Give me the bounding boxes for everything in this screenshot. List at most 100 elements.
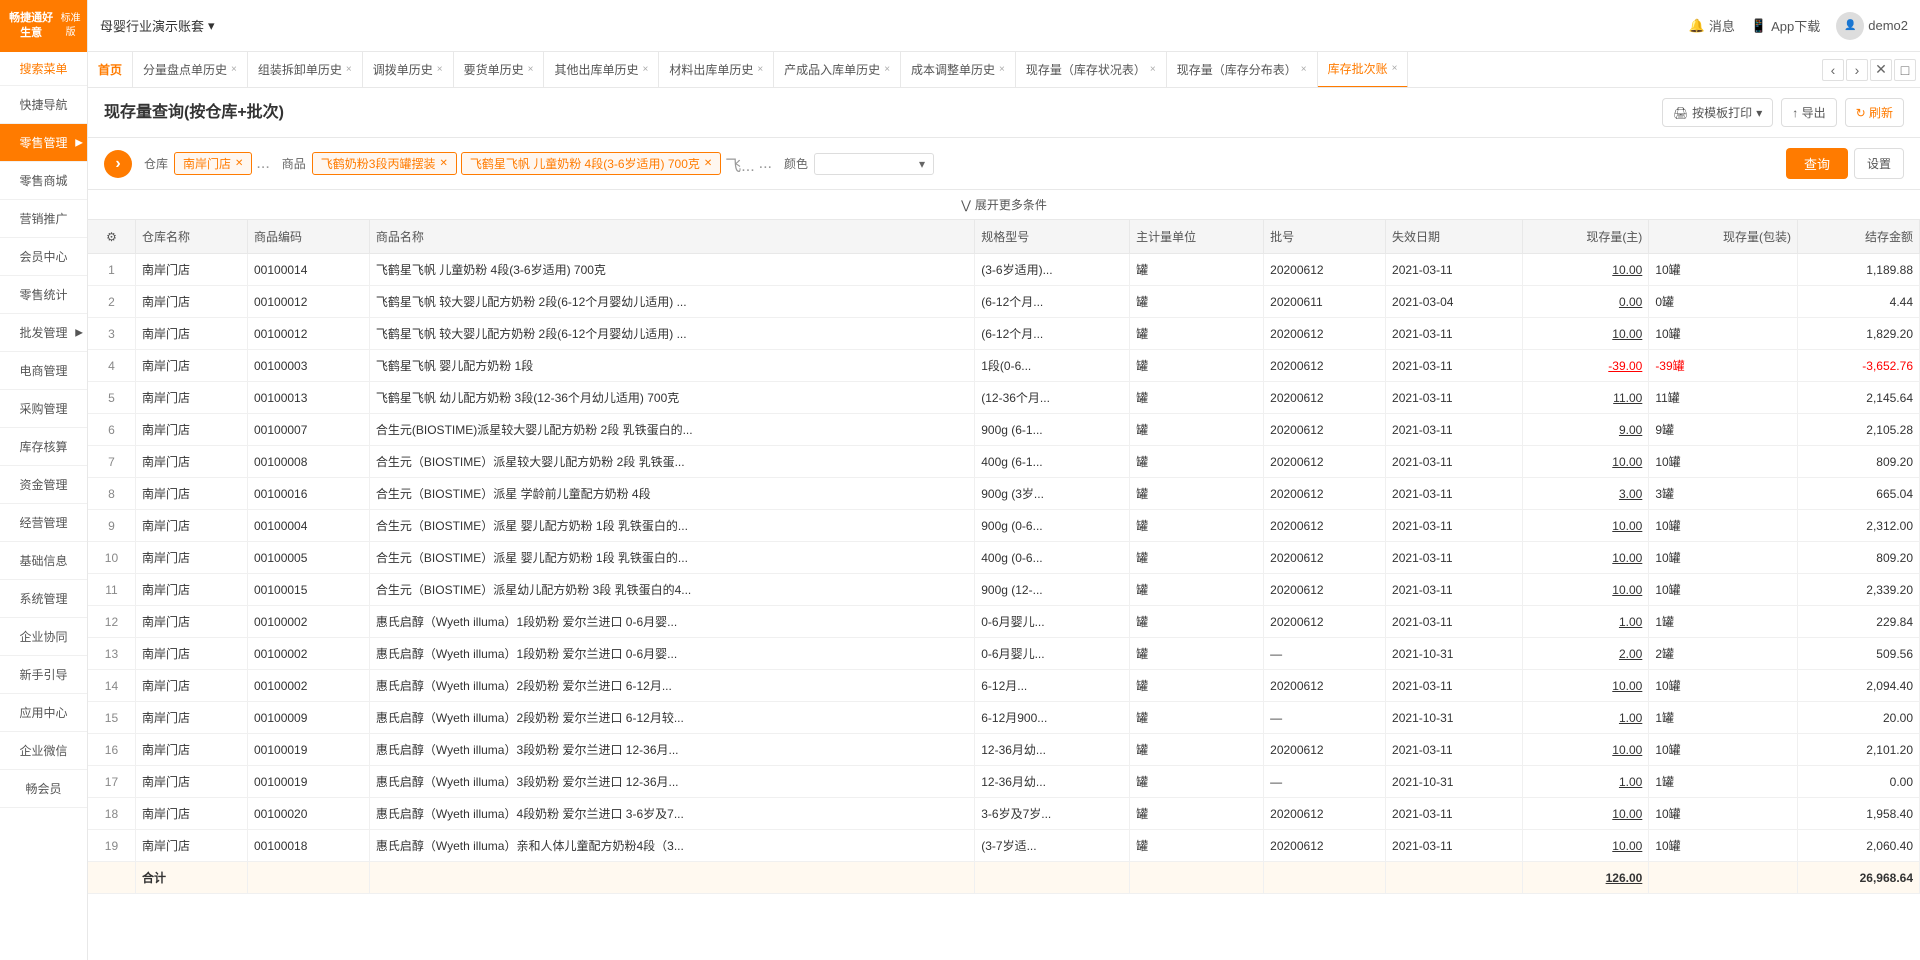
- goods-tag-2[interactable]: 飞鹤星飞帆 儿童奶粉 4段(3-6岁适用) 700克 ✕: [461, 152, 721, 175]
- tabs-expand-btn[interactable]: □: [1894, 59, 1916, 81]
- tab-close-9[interactable]: ×: [1150, 64, 1156, 75]
- cell-r0-c8[interactable]: 10.00: [1522, 254, 1649, 286]
- goods-tag-close-2[interactable]: ✕: [704, 158, 712, 169]
- color-dropdown[interactable]: ▾: [814, 153, 934, 175]
- sidebar-item-1[interactable]: 零售商城: [0, 162, 87, 200]
- cell-r15-c7: 2021-03-11: [1386, 734, 1523, 766]
- sidebar-item-2[interactable]: 营销推广: [0, 200, 87, 238]
- tab-close-4[interactable]: ×: [528, 64, 534, 75]
- cell-r10-c8[interactable]: 10.00: [1522, 574, 1649, 606]
- sidebar-item-7[interactable]: 采购管理: [0, 390, 87, 428]
- goods-tag-1[interactable]: 飞鹤奶粉3段丙罐摆装 ✕: [312, 152, 457, 175]
- app-download-btn[interactable]: 📱 App下载: [1751, 16, 1820, 35]
- sidebar-item-6[interactable]: 电商管理: [0, 352, 87, 390]
- cell-r14-c2: 00100009: [248, 702, 370, 734]
- sidebar-shortcut[interactable]: 快捷导航: [0, 86, 87, 124]
- cell-r9-c8[interactable]: 10.00: [1522, 542, 1649, 574]
- sidebar-search[interactable]: 搜索菜单: [0, 52, 87, 86]
- expand-more-button[interactable]: ⋁ 展开更多条件: [961, 196, 1047, 213]
- cell-r16-c2: 00100019: [248, 766, 370, 798]
- tab-close-2[interactable]: ×: [346, 64, 352, 75]
- cell-r14-c8[interactable]: 1.00: [1522, 702, 1649, 734]
- tab-item-10[interactable]: 现存量（库存分布表）×: [1167, 52, 1318, 88]
- sidebar-item-14[interactable]: 新手引导: [0, 656, 87, 694]
- sidebar-item-9[interactable]: 资金管理: [0, 466, 87, 504]
- tab-item-7[interactable]: 产成品入库单历史×: [774, 52, 901, 88]
- tab-close-7[interactable]: ×: [884, 64, 890, 75]
- tab-item-8[interactable]: 成本调整单历史×: [901, 52, 1016, 88]
- tab-close-6[interactable]: ×: [757, 64, 763, 75]
- sidebar-item-5[interactable]: 批发管理▶: [0, 314, 87, 352]
- sidebar-item-3[interactable]: 会员中心: [0, 238, 87, 276]
- sidebar-item-0[interactable]: 零售管理▶: [0, 124, 87, 162]
- user-menu[interactable]: 👤 demo2: [1836, 12, 1908, 40]
- cell-r17-c8[interactable]: 10.00: [1522, 798, 1649, 830]
- warehouse-more-btn[interactable]: ...: [256, 155, 269, 173]
- tab-close-11[interactable]: ×: [1392, 63, 1398, 74]
- tab-item-3[interactable]: 调拨单历史×: [363, 52, 454, 88]
- tab-close-3[interactable]: ×: [437, 64, 443, 75]
- cell-r3-c8[interactable]: -39.00: [1522, 350, 1649, 382]
- tab-item-4[interactable]: 要货单历史×: [454, 52, 545, 88]
- tab-item-2[interactable]: 组装拆卸单历史×: [248, 52, 363, 88]
- tab-item-11[interactable]: 库存批次账×: [1318, 52, 1409, 88]
- sidebar-item-13[interactable]: 企业协同: [0, 618, 87, 656]
- tab-close-5[interactable]: ×: [642, 64, 648, 75]
- goods-dots[interactable]: ...: [759, 155, 772, 173]
- col-header-3: 商品名称: [369, 220, 974, 254]
- setting-button[interactable]: 设置: [1854, 148, 1904, 179]
- goods-tag-close-1[interactable]: ✕: [439, 158, 447, 169]
- cell-r11-c8[interactable]: 1.00: [1522, 606, 1649, 638]
- sidebar-item-4[interactable]: 零售统计: [0, 276, 87, 314]
- tab-close-10[interactable]: ×: [1301, 64, 1307, 75]
- tab-item-1[interactable]: 分量盘点单历史×: [133, 52, 248, 88]
- cell-r6-c8[interactable]: 10.00: [1522, 446, 1649, 478]
- cell-r7-c8[interactable]: 3.00: [1522, 478, 1649, 510]
- sidebar-item-10[interactable]: 经营管理: [0, 504, 87, 542]
- tabs-prev-btn[interactable]: ‹: [1822, 59, 1844, 81]
- cell-r12-c8[interactable]: 2.00: [1522, 638, 1649, 670]
- cell-r2-c8[interactable]: 10.00: [1522, 318, 1649, 350]
- sidebar-item-12[interactable]: 系统管理: [0, 580, 87, 618]
- cell-r13-c8[interactable]: 10.00: [1522, 670, 1649, 702]
- sidebar-item-17[interactable]: 畅会员: [0, 770, 87, 808]
- account-dropdown[interactable]: 母婴行业演示账套 ▾: [100, 16, 215, 35]
- tab-item-0[interactable]: 首页: [88, 52, 133, 88]
- cell-r5-c8[interactable]: 9.00: [1522, 414, 1649, 446]
- tab-item-5[interactable]: 其他出库单历史×: [544, 52, 659, 88]
- cell-r10-c7: 2021-03-11: [1386, 574, 1523, 606]
- app-icon: 📱: [1751, 18, 1767, 34]
- cell-r16-c8[interactable]: 1.00: [1522, 766, 1649, 798]
- cell-r8-c8[interactable]: 10.00: [1522, 510, 1649, 542]
- tab-item-9[interactable]: 现存量（库存状况表）×: [1016, 52, 1167, 88]
- sidebar-item-8[interactable]: 库存核算: [0, 428, 87, 466]
- refresh-button[interactable]: ↻ 刷新: [1845, 98, 1904, 127]
- tab-item-6[interactable]: 材料出库单历史×: [659, 52, 774, 88]
- topbar-right: 🔔 消息 📱 App下载 👤 demo2: [1689, 12, 1908, 40]
- cell-r15-c8[interactable]: 10.00: [1522, 734, 1649, 766]
- tabs-close-btn[interactable]: ✕: [1870, 59, 1892, 81]
- cell-r4-c0: 5: [88, 382, 135, 414]
- export-button[interactable]: ↑ 导出: [1781, 98, 1836, 127]
- goods-more-btn[interactable]: 飞...: [725, 152, 754, 176]
- cell-r4-c3: 飞鹤星飞帆 幼儿配方奶粉 3段(12-36个月幼儿适用) 700克: [369, 382, 974, 414]
- total-cell-10: 26,968.64: [1798, 862, 1920, 894]
- warehouse-tag-1[interactable]: 南岸门店 ✕: [174, 152, 252, 175]
- tab-close-1[interactable]: ×: [231, 64, 237, 75]
- warehouse-tag-close-1[interactable]: ✕: [235, 158, 243, 169]
- template-print-button[interactable]: 🖨 按模板打印 ▾: [1662, 98, 1773, 127]
- cell-r4-c8[interactable]: 11.00: [1522, 382, 1649, 414]
- sidebar-item-11[interactable]: 基础信息: [0, 542, 87, 580]
- message-btn[interactable]: 🔔 消息: [1689, 16, 1735, 35]
- sidebar-item-16[interactable]: 企业微信: [0, 732, 87, 770]
- cell-r14-c5: 罐: [1130, 702, 1264, 734]
- tab-close-8[interactable]: ×: [999, 64, 1005, 75]
- query-button[interactable]: 查询: [1786, 148, 1848, 179]
- sidebar-item-15[interactable]: 应用中心: [0, 694, 87, 732]
- filter-expand-button[interactable]: ›: [104, 150, 132, 178]
- tabs-next-btn[interactable]: ›: [1846, 59, 1868, 81]
- cell-r5-c10: 2,105.28: [1798, 414, 1920, 446]
- cell-r1-c8[interactable]: 0.00: [1522, 286, 1649, 318]
- cell-r18-c8[interactable]: 10.00: [1522, 830, 1649, 862]
- col-header-0[interactable]: ⚙: [88, 220, 135, 254]
